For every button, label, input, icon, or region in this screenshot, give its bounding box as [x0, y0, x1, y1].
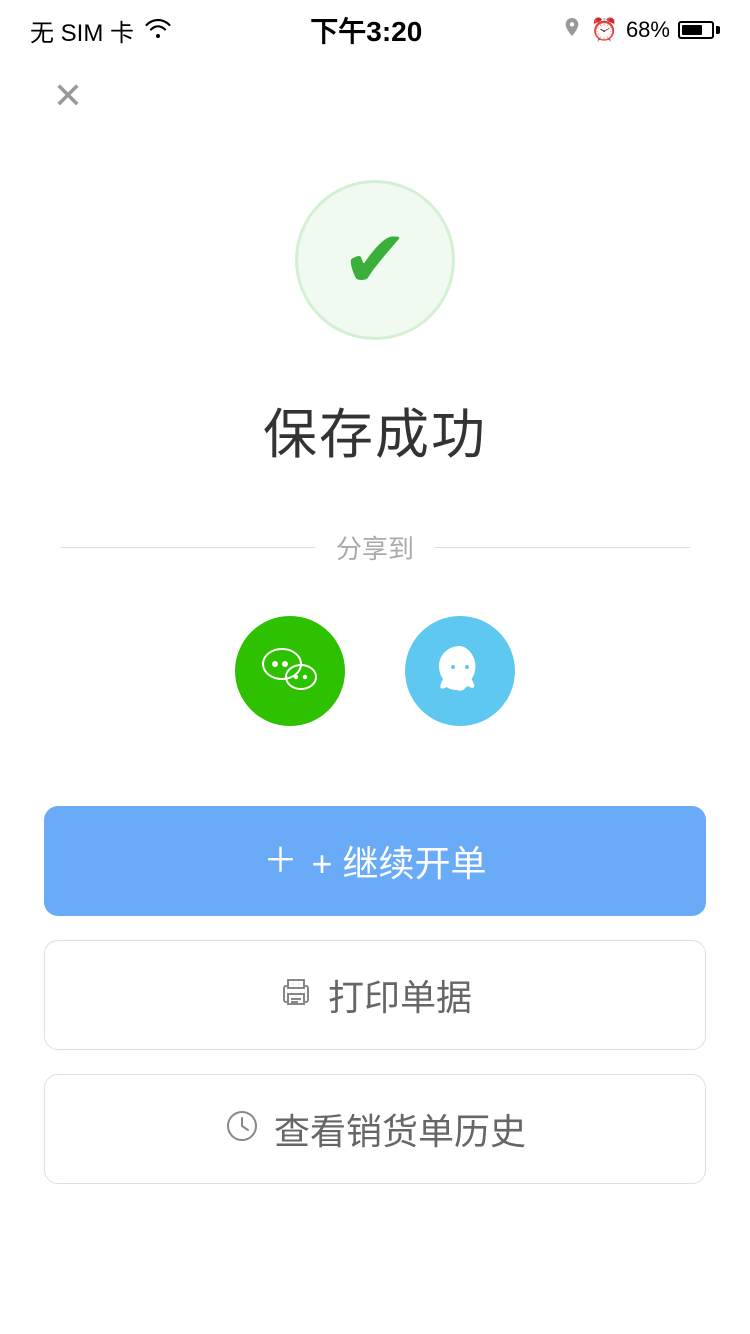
action-buttons-container: ＋ + 继续开单 打印单据	[0, 806, 750, 1184]
history-label: 查看销货单历史	[274, 1103, 526, 1155]
success-icon-circle: ✔	[295, 180, 455, 340]
battery-percent: 68%	[626, 17, 670, 43]
main-content: ✔ 保存成功 分享到	[0, 60, 750, 1184]
checkmark-icon: ✔	[341, 220, 408, 300]
close-button[interactable]: ✕	[44, 72, 92, 120]
print-button[interactable]: 打印单据	[44, 940, 706, 1050]
share-label: 分享到	[316, 529, 434, 566]
status-time: 下午3:20	[310, 10, 422, 50]
wifi-icon	[144, 16, 172, 45]
divider-line-right	[434, 547, 690, 548]
status-bar: 无 SIM 卡 下午3:20 ⏰ 68%	[0, 0, 750, 60]
history-button[interactable]: 查看销货单历史	[44, 1074, 706, 1184]
clock-icon	[224, 1108, 260, 1150]
status-left: 无 SIM 卡	[30, 13, 172, 48]
carrier-text: 无 SIM 卡	[30, 13, 134, 48]
printer-icon	[278, 976, 314, 1014]
battery-icon	[678, 21, 720, 39]
share-icons-container	[235, 616, 515, 726]
plus-icon: ＋	[263, 844, 297, 878]
continue-order-button[interactable]: ＋ + 继续开单	[44, 806, 706, 916]
close-icon: ✕	[53, 78, 83, 114]
share-divider: 分享到	[0, 529, 750, 566]
qq-share-button[interactable]	[405, 616, 515, 726]
print-label: 打印单据	[328, 969, 472, 1021]
success-title: 保存成功	[263, 390, 487, 469]
wechat-share-button[interactable]	[235, 616, 345, 726]
alarm-icon: ⏰	[591, 17, 618, 43]
status-right: ⏰ 68%	[561, 16, 720, 44]
continue-order-label: + 继续开单	[311, 835, 486, 887]
location-icon	[561, 16, 583, 44]
divider-line-left	[60, 547, 316, 548]
